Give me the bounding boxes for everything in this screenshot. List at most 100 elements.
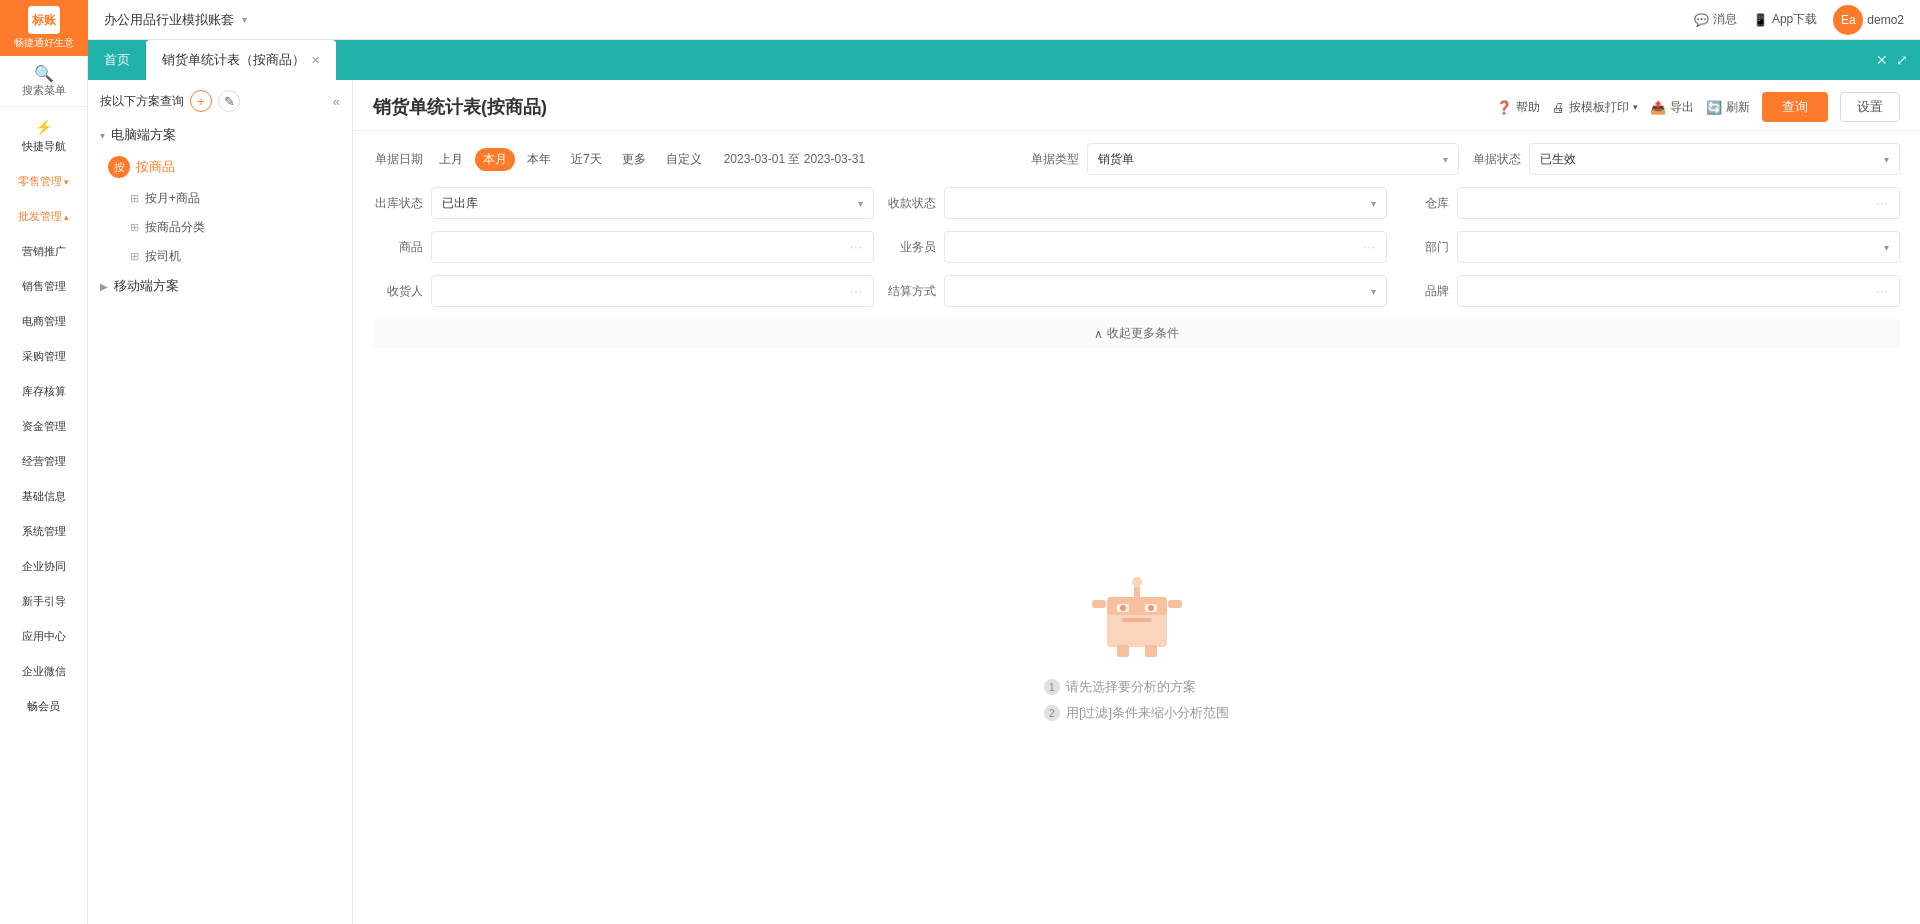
add-scheme-btn[interactable]: + [190, 90, 212, 112]
doc-status-control[interactable]: 已生效 ▾ [1529, 143, 1900, 175]
right-panel: 销货单统计表(按商品) ❓ 帮助 🖨 按模板打印 ▾ 📤 导出 [353, 80, 1920, 924]
sidebar-item-enterprise[interactable]: 企业协同 [0, 549, 87, 584]
tree-mobile-section[interactable]: ▶ 移动端方案 [88, 271, 352, 301]
payment-status-control[interactable]: ▾ [944, 187, 1387, 219]
date-tab-7days[interactable]: 近7天 [563, 148, 610, 171]
sub-grid-icon3: ⊞ [130, 250, 139, 263]
sidebar-item-marketing[interactable]: 营销推广 [0, 234, 87, 269]
search-menu[interactable]: 🔍 搜索菜单 [0, 56, 87, 107]
department-control[interactable]: ▾ [1457, 231, 1900, 263]
tab-expand-icon[interactable]: ⤢ [1896, 52, 1908, 68]
tree-arrow-icon: ▾ [100, 130, 105, 141]
tab-bar: 首页 销货单统计表（按商品） ✕ ✕ ⤢ [88, 40, 1920, 80]
logo-subtitle: 畅捷通好生意 [14, 36, 74, 50]
date-tab-last-month[interactable]: 上月 [431, 148, 471, 171]
tab-home[interactable]: 首页 [88, 40, 146, 80]
sidebar-item-quick-nav[interactable]: ⚡ 快捷导航 [0, 107, 87, 164]
tab-close-all-icon[interactable]: ✕ [1876, 52, 1888, 68]
empty-state: 1 请先选择要分析的方案 2 用[过滤]条件来缩小分析范围 [353, 360, 1920, 924]
query-button[interactable]: 查询 [1762, 92, 1828, 122]
sidebar-item-wholesale[interactable]: 批发管理 ▴ [0, 199, 87, 234]
tab-report[interactable]: 销货单统计表（按商品） ✕ [146, 40, 336, 80]
sidebar-item-wechat[interactable]: 企业微信 [0, 654, 87, 689]
svg-rect-10 [1168, 600, 1182, 608]
department-dropdown-icon: ▾ [1884, 242, 1889, 253]
tip-num-2: 2 [1044, 705, 1060, 721]
workspace-label: 办公用品行业模拟账套 [104, 11, 234, 29]
sidebar: 标账 畅捷通好生意 🔍 搜索菜单 ⚡ 快捷导航 零售管理 ▾ 批发管理 ▴ 营销… [0, 0, 88, 924]
payment-method-control[interactable]: ▾ [944, 275, 1387, 307]
refresh-btn[interactable]: 🔄 刷新 [1706, 99, 1750, 116]
recipient-label: 收货人 [373, 283, 423, 300]
left-panel: 按以下方案查询 + ✎ « ▾ 电脑端方案 按 按商品 ⊞ 按月+商品 [88, 80, 353, 924]
sidebar-item-operations[interactable]: 经营管理 [0, 444, 87, 479]
brand-control[interactable]: ··· [1457, 275, 1900, 307]
doc-status-dropdown-icon: ▾ [1884, 154, 1889, 165]
filter-payment-method: 结算方式 ▾ [886, 275, 1387, 307]
salesperson-control[interactable]: ··· [944, 231, 1387, 263]
sidebar-item-ecommerce[interactable]: 电商管理 [0, 304, 87, 339]
sidebar-item-retail[interactable]: 零售管理 ▾ [0, 164, 87, 199]
filter-out-status: 出库状态 已出库 ▾ [373, 187, 874, 219]
payment-method-label: 结算方式 [886, 283, 936, 300]
sidebar-item-purchase[interactable]: 采购管理 [0, 339, 87, 374]
avatar: Ea [1833, 5, 1863, 35]
message-icon: 💬 [1694, 13, 1709, 27]
tab-close-icon[interactable]: ✕ [311, 54, 320, 67]
sidebar-item-guide[interactable]: 新手引导 [0, 584, 87, 619]
tree-item-by-product[interactable]: 按 按商品 [88, 150, 352, 184]
download-icon: 📱 [1753, 13, 1768, 27]
payment-status-label: 收款状态 [886, 195, 936, 212]
tree-pc-section[interactable]: ▾ 电脑端方案 [88, 120, 352, 150]
app-download-btn[interactable]: 📱 App下载 [1753, 11, 1817, 28]
workspace-selector[interactable]: 办公用品行业模拟账套 ▾ [104, 11, 247, 29]
doc-type-control[interactable]: 销货单 ▾ [1087, 143, 1458, 175]
filter-area: 单据日期 上月 本月 本年 近7天 更多 自定义 2023-03-01 至 20… [353, 131, 1920, 360]
date-tab-more[interactable]: 更多 [614, 148, 654, 171]
sidebar-item-member[interactable]: 畅会员 [0, 689, 87, 724]
warehouse-control[interactable]: ··· [1457, 187, 1900, 219]
date-tab-this-month[interactable]: 本月 [475, 148, 515, 171]
print-dropdown-icon: ▾ [1633, 102, 1638, 112]
sidebar-item-basic[interactable]: 基础信息 [0, 479, 87, 514]
sidebar-item-appstore[interactable]: 应用中心 [0, 619, 87, 654]
warehouse-dots: ··· [1876, 196, 1889, 210]
product-label: 商品 [373, 239, 423, 256]
out-status-control[interactable]: 已出库 ▾ [431, 187, 874, 219]
date-tab-custom[interactable]: 自定义 [658, 148, 710, 171]
help-btn[interactable]: ❓ 帮助 [1496, 99, 1540, 116]
product-control[interactable]: ··· [431, 231, 874, 263]
doc-status-label: 单据状态 [1471, 151, 1521, 168]
filter-salesperson: 业务员 ··· [886, 231, 1387, 263]
page-actions: ❓ 帮助 🖨 按模板打印 ▾ 📤 导出 🔄 刷新 [1496, 92, 1900, 122]
svg-point-12 [1132, 577, 1142, 587]
tree-item-by-category[interactable]: ⊞ 按商品分类 [88, 213, 352, 242]
edit-scheme-btn[interactable]: ✎ [218, 90, 240, 112]
product-dots: ··· [850, 240, 863, 254]
print-btn[interactable]: 🖨 按模板打印 ▾ [1552, 99, 1638, 116]
tree-item-by-month-product[interactable]: ⊞ 按月+商品 [88, 184, 352, 213]
filter-recipient: 收货人 ··· [373, 275, 874, 307]
export-btn[interactable]: 📤 导出 [1650, 99, 1694, 116]
sidebar-item-sales[interactable]: 销售管理 [0, 269, 87, 304]
sidebar-item-system[interactable]: 系统管理 [0, 514, 87, 549]
panel-header-label: 按以下方案查询 [100, 93, 184, 110]
workspace-dropdown-icon: ▾ [242, 14, 247, 25]
svg-point-4 [1120, 605, 1126, 611]
sidebar-item-finance[interactable]: 资金管理 [0, 409, 87, 444]
message-btn[interactable]: 💬 消息 [1694, 11, 1737, 28]
recipient-control[interactable]: ··· [431, 275, 874, 307]
svg-rect-1 [1107, 597, 1167, 615]
sidebar-item-inventory[interactable]: 库存核算 [0, 374, 87, 409]
svg-point-5 [1148, 605, 1154, 611]
help-icon: ❓ [1496, 100, 1512, 115]
left-panel-header: 按以下方案查询 + ✎ « [88, 90, 352, 120]
date-tab-this-year[interactable]: 本年 [519, 148, 559, 171]
collapse-panel-btn[interactable]: « [333, 94, 340, 109]
tree-item-by-cashier[interactable]: ⊞ 按司机 [88, 242, 352, 271]
collapse-arrow-icon: ∧ [1094, 327, 1103, 341]
user-profile[interactable]: Ea demo2 [1833, 5, 1904, 35]
collapse-filter-btn[interactable]: ∧ 收起更多条件 [373, 319, 1900, 348]
filter-row-3: 商品 ··· 业务员 ··· 部门 [373, 231, 1900, 263]
settings-button[interactable]: 设置 [1840, 92, 1900, 122]
